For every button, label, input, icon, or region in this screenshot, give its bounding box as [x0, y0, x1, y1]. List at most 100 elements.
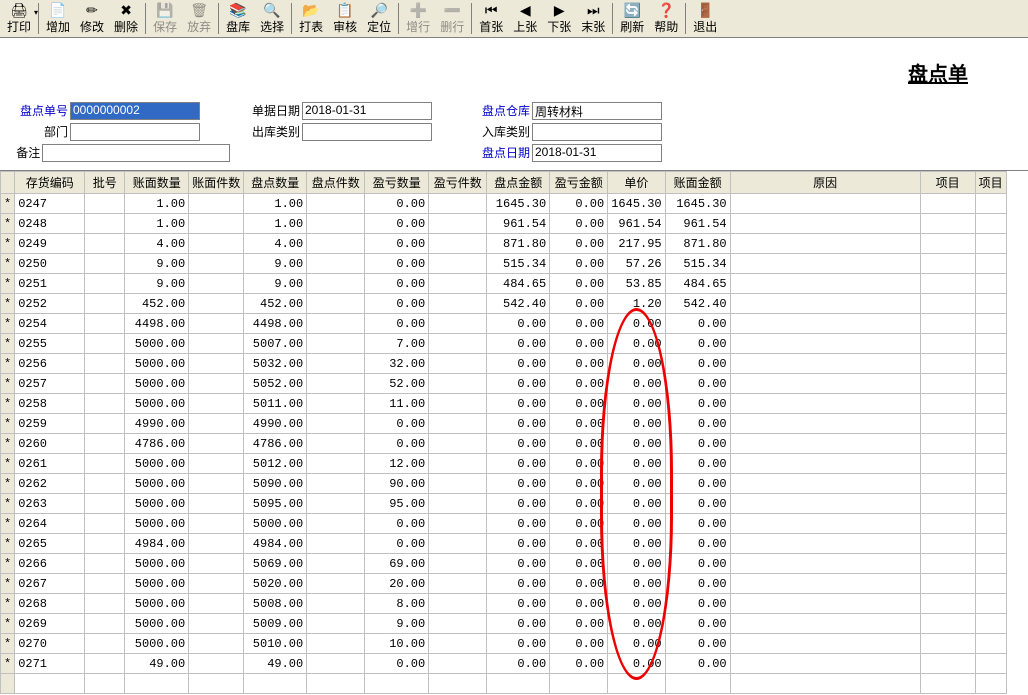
table-row[interactable]: *02494.004.000.00871.800.00217.95871.80 [1, 234, 1007, 254]
cell-diff_pcs[interactable] [429, 334, 487, 354]
input-in-type[interactable] [532, 123, 662, 141]
cell-check_qty[interactable]: 5032.00 [244, 354, 307, 374]
toolbar-last-button[interactable]: ⏭末张 [576, 1, 610, 36]
table-row[interactable]: *02675000.005020.0020.000.000.000.000.00 [1, 574, 1007, 594]
cell-book_qty[interactable]: 4990.00 [125, 414, 189, 434]
cell-diff_qty[interactable]: 9.00 [365, 614, 429, 634]
cell-diff_amt[interactable]: 0.00 [550, 254, 608, 274]
cell-diff_pcs[interactable] [429, 234, 487, 254]
cell-diff_qty[interactable]: 12.00 [365, 454, 429, 474]
cell-batch[interactable] [85, 674, 125, 694]
cell-book_pcs[interactable] [189, 554, 244, 574]
cell-diff_qty[interactable]: 90.00 [365, 474, 429, 494]
cell-batch[interactable] [85, 594, 125, 614]
cell-price[interactable]: 0.00 [608, 414, 665, 434]
cell-check_amt[interactable]: 961.54 [487, 214, 550, 234]
cell-project[interactable] [920, 634, 975, 654]
cell-project2[interactable] [975, 574, 1006, 594]
cell-check_amt[interactable]: 0.00 [487, 534, 550, 554]
cell-price[interactable]: 0.00 [608, 354, 665, 374]
cell-reason[interactable] [730, 594, 920, 614]
cell-book_amt[interactable]: 0.00 [665, 574, 730, 594]
cell-check_amt[interactable] [487, 674, 550, 694]
cell-diff_qty[interactable]: 0.00 [365, 234, 429, 254]
cell-book_pcs[interactable] [189, 514, 244, 534]
cell-diff_qty[interactable]: 0.00 [365, 294, 429, 314]
cell-diff_amt[interactable]: 0.00 [550, 574, 608, 594]
cell-reason[interactable] [730, 214, 920, 234]
cell-check_qty[interactable]: 5052.00 [244, 374, 307, 394]
cell-book_amt[interactable]: 961.54 [665, 214, 730, 234]
cell-diff_pcs[interactable] [429, 614, 487, 634]
col-check_amt[interactable]: 盘点金额 [487, 172, 550, 194]
cell-book_qty[interactable]: 5000.00 [125, 594, 189, 614]
col-batch[interactable]: 批号 [85, 172, 125, 194]
table-row[interactable]: *02604786.004786.000.000.000.000.000.00 [1, 434, 1007, 454]
col-book_qty[interactable]: 账面数量 [125, 172, 189, 194]
cell-diff_qty[interactable] [365, 674, 429, 694]
cell-project[interactable] [920, 474, 975, 494]
cell-diff_pcs[interactable] [429, 594, 487, 614]
toolbar-open-button[interactable]: 📂打表 [294, 1, 328, 36]
cell-batch[interactable] [85, 474, 125, 494]
cell-price[interactable] [608, 674, 665, 694]
cell-price[interactable]: 0.00 [608, 394, 665, 414]
cell-check_pcs[interactable] [307, 534, 365, 554]
cell-diff_qty[interactable]: 95.00 [365, 494, 429, 514]
cell-price[interactable]: 1.20 [608, 294, 665, 314]
toolbar-save-button[interactable]: 💾保存 [148, 1, 182, 36]
cell-price[interactable]: 0.00 [608, 494, 665, 514]
cell-book_amt[interactable]: 0.00 [665, 414, 730, 434]
cell-diff_pcs[interactable] [429, 674, 487, 694]
cell-code[interactable]: 0252 [15, 294, 85, 314]
table-row[interactable]: *0252452.00452.000.00542.400.001.20542.4… [1, 294, 1007, 314]
cell-check_pcs[interactable] [307, 234, 365, 254]
cell-project[interactable] [920, 674, 975, 694]
cell-project2[interactable] [975, 254, 1006, 274]
cell-batch[interactable] [85, 574, 125, 594]
cell-code[interactable]: 0249 [15, 234, 85, 254]
cell-book_pcs[interactable] [189, 274, 244, 294]
cell-check_pcs[interactable] [307, 374, 365, 394]
cell-batch[interactable] [85, 514, 125, 534]
cell-check_amt[interactable]: 0.00 [487, 634, 550, 654]
cell-price[interactable]: 217.95 [608, 234, 665, 254]
cell-diff_qty[interactable]: 8.00 [365, 594, 429, 614]
cell-check_amt[interactable]: 0.00 [487, 394, 550, 414]
cell-diff_amt[interactable]: 0.00 [550, 614, 608, 634]
cell-book_pcs[interactable] [189, 474, 244, 494]
cell-code[interactable]: 0262 [15, 474, 85, 494]
cell-project[interactable] [920, 554, 975, 574]
cell-check_qty[interactable]: 5007.00 [244, 334, 307, 354]
cell-check_pcs[interactable] [307, 674, 365, 694]
cell-price[interactable]: 0.00 [608, 654, 665, 674]
cell-diff_amt[interactable]: 0.00 [550, 374, 608, 394]
cell-book_qty[interactable]: 5000.00 [125, 574, 189, 594]
cell-project2[interactable] [975, 614, 1006, 634]
cell-book_amt[interactable]: 0.00 [665, 474, 730, 494]
cell-check_amt[interactable]: 0.00 [487, 614, 550, 634]
cell-project[interactable] [920, 414, 975, 434]
cell-price[interactable]: 0.00 [608, 554, 665, 574]
toolbar-locate-button[interactable]: 🔎定位 [362, 1, 396, 36]
cell-reason[interactable] [730, 554, 920, 574]
cell-project[interactable] [920, 354, 975, 374]
cell-diff_amt[interactable]: 0.00 [550, 334, 608, 354]
toolbar-next-button[interactable]: ▶下张 [542, 1, 576, 36]
cell-check_qty[interactable]: 49.00 [244, 654, 307, 674]
cell-code[interactable]: 0258 [15, 394, 85, 414]
cell-price[interactable]: 0.00 [608, 434, 665, 454]
input-warehouse[interactable]: 周转材料 [532, 102, 662, 120]
cell-check_amt[interactable]: 1645.30 [487, 194, 550, 214]
cell-check_amt[interactable]: 515.34 [487, 254, 550, 274]
cell-code[interactable]: 0256 [15, 354, 85, 374]
table-row[interactable]: *02685000.005008.008.000.000.000.000.00 [1, 594, 1007, 614]
cell-diff_pcs[interactable] [429, 554, 487, 574]
cell-code[interactable]: 0267 [15, 574, 85, 594]
cell-book_amt[interactable]: 0.00 [665, 494, 730, 514]
cell-diff_amt[interactable]: 0.00 [550, 314, 608, 334]
cell-book_qty[interactable]: 452.00 [125, 294, 189, 314]
table-row[interactable]: *02544498.004498.000.000.000.000.000.00 [1, 314, 1007, 334]
cell-batch[interactable] [85, 314, 125, 334]
cell-book_qty[interactable]: 9.00 [125, 254, 189, 274]
